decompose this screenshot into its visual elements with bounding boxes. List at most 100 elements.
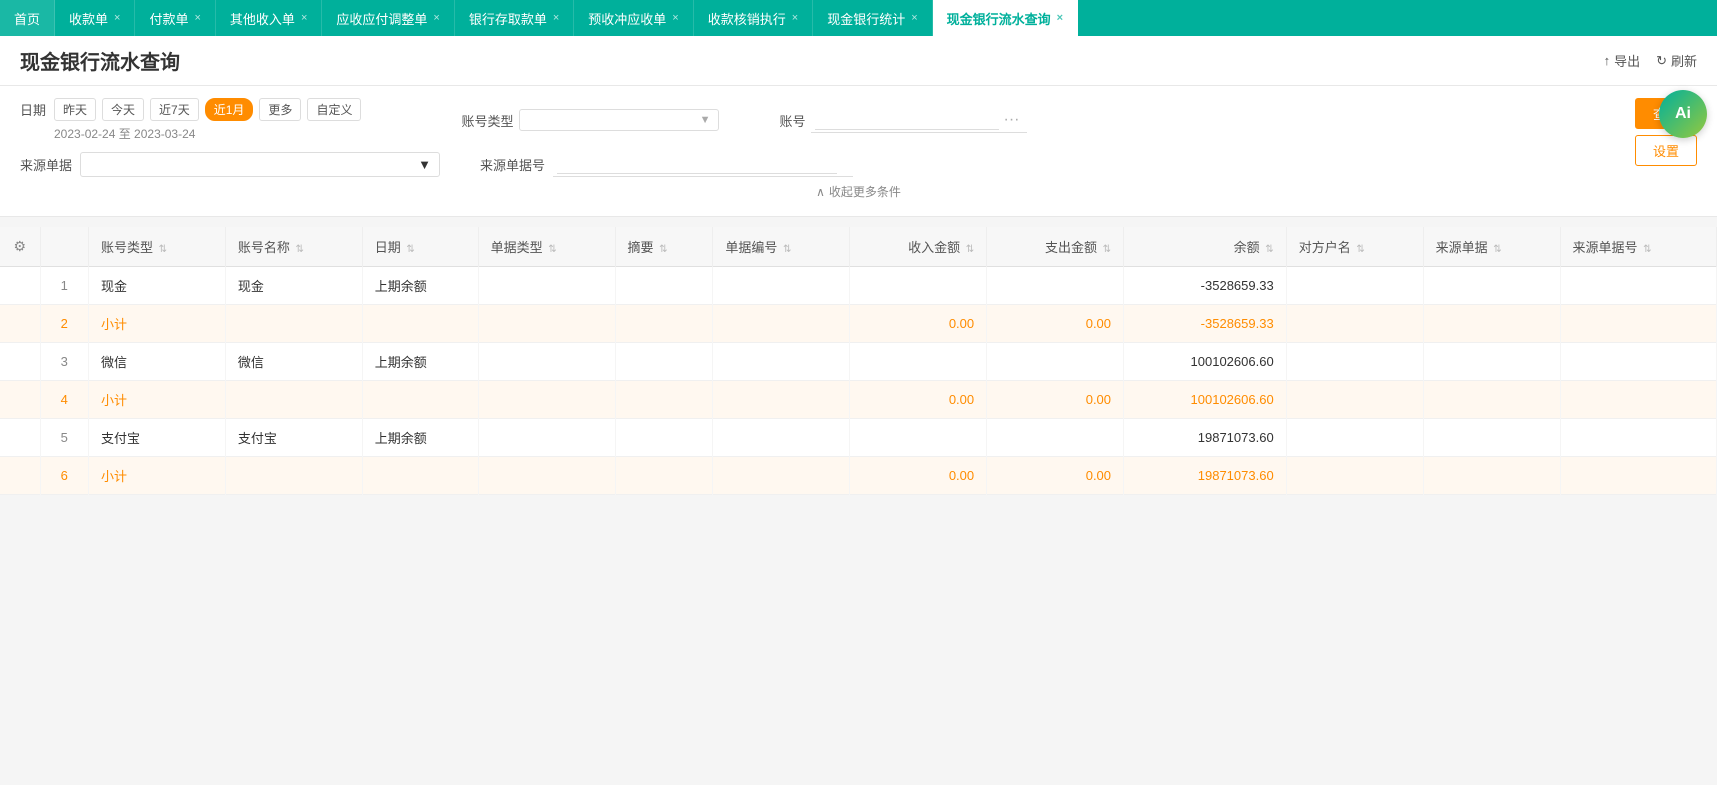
nav-payment-label: 付款单 (149, 9, 188, 28)
th-account-name[interactable]: 账号名称 ⇅ (225, 227, 362, 267)
th-summary-label: 摘要 (628, 240, 654, 255)
th-source-doc-no[interactable]: 来源单据号 ⇅ (1560, 227, 1717, 267)
refresh-icon: ↻ (1656, 53, 1667, 69)
nav-home-label: 首页 (14, 9, 40, 28)
ai-button[interactable]: Ai (1659, 90, 1707, 138)
th-source-doc-no-label: 来源单据号 (1573, 240, 1638, 255)
th-doc-no[interactable]: 单据编号 ⇅ (713, 227, 850, 267)
account-input[interactable] (815, 110, 999, 130)
nav-collection-exec-close[interactable]: × (792, 12, 798, 24)
date-btn-today[interactable]: 今天 (102, 98, 144, 121)
refresh-label: 刷新 (1671, 51, 1697, 70)
date-btn-1month[interactable]: 近1月 (205, 98, 254, 121)
sort-doc-type-icon: ⇅ (548, 244, 556, 255)
account-type-select[interactable]: ▼ (519, 109, 719, 131)
top-nav: 首页 收款单 × 付款单 × 其他收入单 × 应收应付调整单 × 银行存取款单 … (0, 0, 1717, 36)
sort-account-name-icon: ⇅ (296, 244, 304, 255)
sort-summary-icon: ⇅ (659, 244, 667, 255)
account-type-filter: 账号类型 ▼ (461, 109, 719, 131)
table-row: 4小计0.000.00100102606.60 (0, 381, 1717, 419)
th-date-label: 日期 (375, 240, 401, 255)
header-actions: ↑ 导出 ↻ 刷新 (1604, 51, 1697, 70)
nav-receipt-label: 收款单 (69, 9, 108, 28)
filter-row-2: 来源单据 ▼ 来源单据号 (20, 152, 1635, 177)
th-balance-label: 余额 (1234, 240, 1260, 255)
account-type-arrow-icon: ▼ (700, 114, 711, 126)
nav-bank-deposit-label: 银行存取款单 (469, 9, 547, 28)
account-type-label: 账号类型 (461, 111, 513, 130)
nav-receipt-close[interactable]: × (114, 12, 120, 24)
sort-expense-icon: ⇅ (1103, 244, 1111, 255)
collapse-bar[interactable]: ∧ 收起更多条件 (20, 177, 1697, 204)
nav-collection-exec-label: 收款核销执行 (708, 9, 786, 28)
export-label: 导出 (1614, 51, 1640, 70)
date-label: 日期 (20, 100, 46, 119)
sort-doc-no-icon: ⇅ (783, 244, 791, 255)
nav-ap-adjust-label: 应收应付调整单 (336, 9, 427, 28)
account-dots-icon[interactable]: ··· (999, 111, 1023, 129)
nav-cash-bank-query-label: 现金银行流水查询 (947, 9, 1051, 28)
th-account-type-label: 账号类型 (101, 240, 153, 255)
th-account-type[interactable]: 账号类型 ⇅ (88, 227, 225, 267)
nav-cash-bank-stat-close[interactable]: × (911, 12, 917, 24)
nav-cash-bank-query[interactable]: 现金银行流水查询 × (933, 0, 1078, 36)
nav-advance-offset-label: 预收冲应收单 (588, 9, 666, 28)
th-doc-type-label: 单据类型 (491, 240, 543, 255)
refresh-button[interactable]: ↻ 刷新 (1656, 51, 1697, 70)
th-source-doc[interactable]: 来源单据 ⇅ (1423, 227, 1560, 267)
source-doc-no-label: 来源单据号 (480, 155, 545, 174)
date-range-text: 2023-02-24 至 2023-03-24 (54, 127, 195, 141)
ai-label: Ai (1675, 105, 1691, 123)
nav-ap-adjust[interactable]: 应收应付调整单 × (322, 0, 454, 36)
th-doc-type[interactable]: 单据类型 ⇅ (478, 227, 615, 267)
account-input-wrapper: ··· (811, 108, 1027, 133)
nav-other-income-label: 其他收入单 (230, 9, 295, 28)
nav-home[interactable]: 首页 (0, 0, 55, 36)
sort-balance-icon: ⇅ (1265, 244, 1273, 255)
nav-advance-offset[interactable]: 预收冲应收单 × (574, 0, 693, 36)
th-counterparty[interactable]: 对方户名 ⇅ (1286, 227, 1423, 267)
filter-row-1: 日期 昨天 今天 近7天 近1月 更多 自定义 2023-02-24 至 202… (20, 98, 1635, 142)
date-btn-7days[interactable]: 近7天 (150, 98, 199, 121)
nav-advance-offset-close[interactable]: × (672, 12, 678, 24)
date-buttons: 昨天 今天 近7天 近1月 更多 自定义 (54, 98, 361, 121)
nav-other-income-close[interactable]: × (301, 12, 307, 24)
nav-collection-exec[interactable]: 收款核销执行 × (694, 0, 813, 36)
date-btn-yesterday[interactable]: 昨天 (54, 98, 96, 121)
source-doc-filter: 来源单据 ▼ (20, 152, 440, 177)
data-table: ⚙ 账号类型 ⇅ 账号名称 ⇅ 日期 ⇅ 单据类型 ⇅ (0, 227, 1717, 495)
th-date[interactable]: 日期 ⇅ (362, 227, 478, 267)
nav-cash-bank-query-close[interactable]: × (1057, 12, 1063, 24)
nav-bank-deposit[interactable]: 银行存取款单 × (455, 0, 574, 36)
collapse-label: 收起更多条件 (829, 183, 901, 200)
table-row: 2小计0.000.00-3528659.33 (0, 305, 1717, 343)
table-body: 1现金现金上期余额-3528659.332小计0.000.00-3528659.… (0, 267, 1717, 495)
sort-source-doc-icon: ⇅ (1493, 244, 1501, 255)
th-balance[interactable]: 余额 ⇅ (1124, 227, 1287, 267)
th-summary[interactable]: 摘要 ⇅ (615, 227, 713, 267)
table-container: ⚙ 账号类型 ⇅ 账号名称 ⇅ 日期 ⇅ 单据类型 ⇅ (0, 227, 1717, 495)
nav-receipt[interactable]: 收款单 × (55, 0, 135, 36)
table-row: 3微信微信上期余额100102606.60 (0, 343, 1717, 381)
source-doc-arrow-icon: ▼ (418, 157, 431, 172)
nav-bank-deposit-close[interactable]: × (553, 12, 559, 24)
nav-payment[interactable]: 付款单 × (135, 0, 215, 36)
column-settings-icon[interactable]: ⚙ (13, 238, 26, 255)
nav-payment-close[interactable]: × (194, 12, 200, 24)
source-doc-select[interactable]: ▼ (80, 152, 440, 177)
th-expense[interactable]: 支出金额 ⇅ (987, 227, 1124, 267)
source-doc-no-filter: 来源单据号 (480, 152, 853, 177)
th-income[interactable]: 收入金额 ⇅ (850, 227, 987, 267)
th-source-doc-label: 来源单据 (1436, 240, 1488, 255)
nav-cash-bank-stat[interactable]: 现金银行统计 × (813, 0, 932, 36)
date-btn-more[interactable]: 更多 (259, 98, 301, 121)
nav-other-income[interactable]: 其他收入单 × (216, 0, 322, 36)
export-button[interactable]: ↑ 导出 (1604, 51, 1641, 70)
th-counterparty-label: 对方户名 (1299, 240, 1351, 255)
date-btn-custom[interactable]: 自定义 (307, 98, 361, 121)
nav-cash-bank-stat-label: 现金银行统计 (827, 9, 905, 28)
nav-ap-adjust-close[interactable]: × (433, 12, 439, 24)
source-doc-no-input[interactable] (557, 154, 837, 174)
settings-button[interactable]: 设置 (1635, 135, 1697, 166)
table-header-row: ⚙ 账号类型 ⇅ 账号名称 ⇅ 日期 ⇅ 单据类型 ⇅ (0, 227, 1717, 267)
